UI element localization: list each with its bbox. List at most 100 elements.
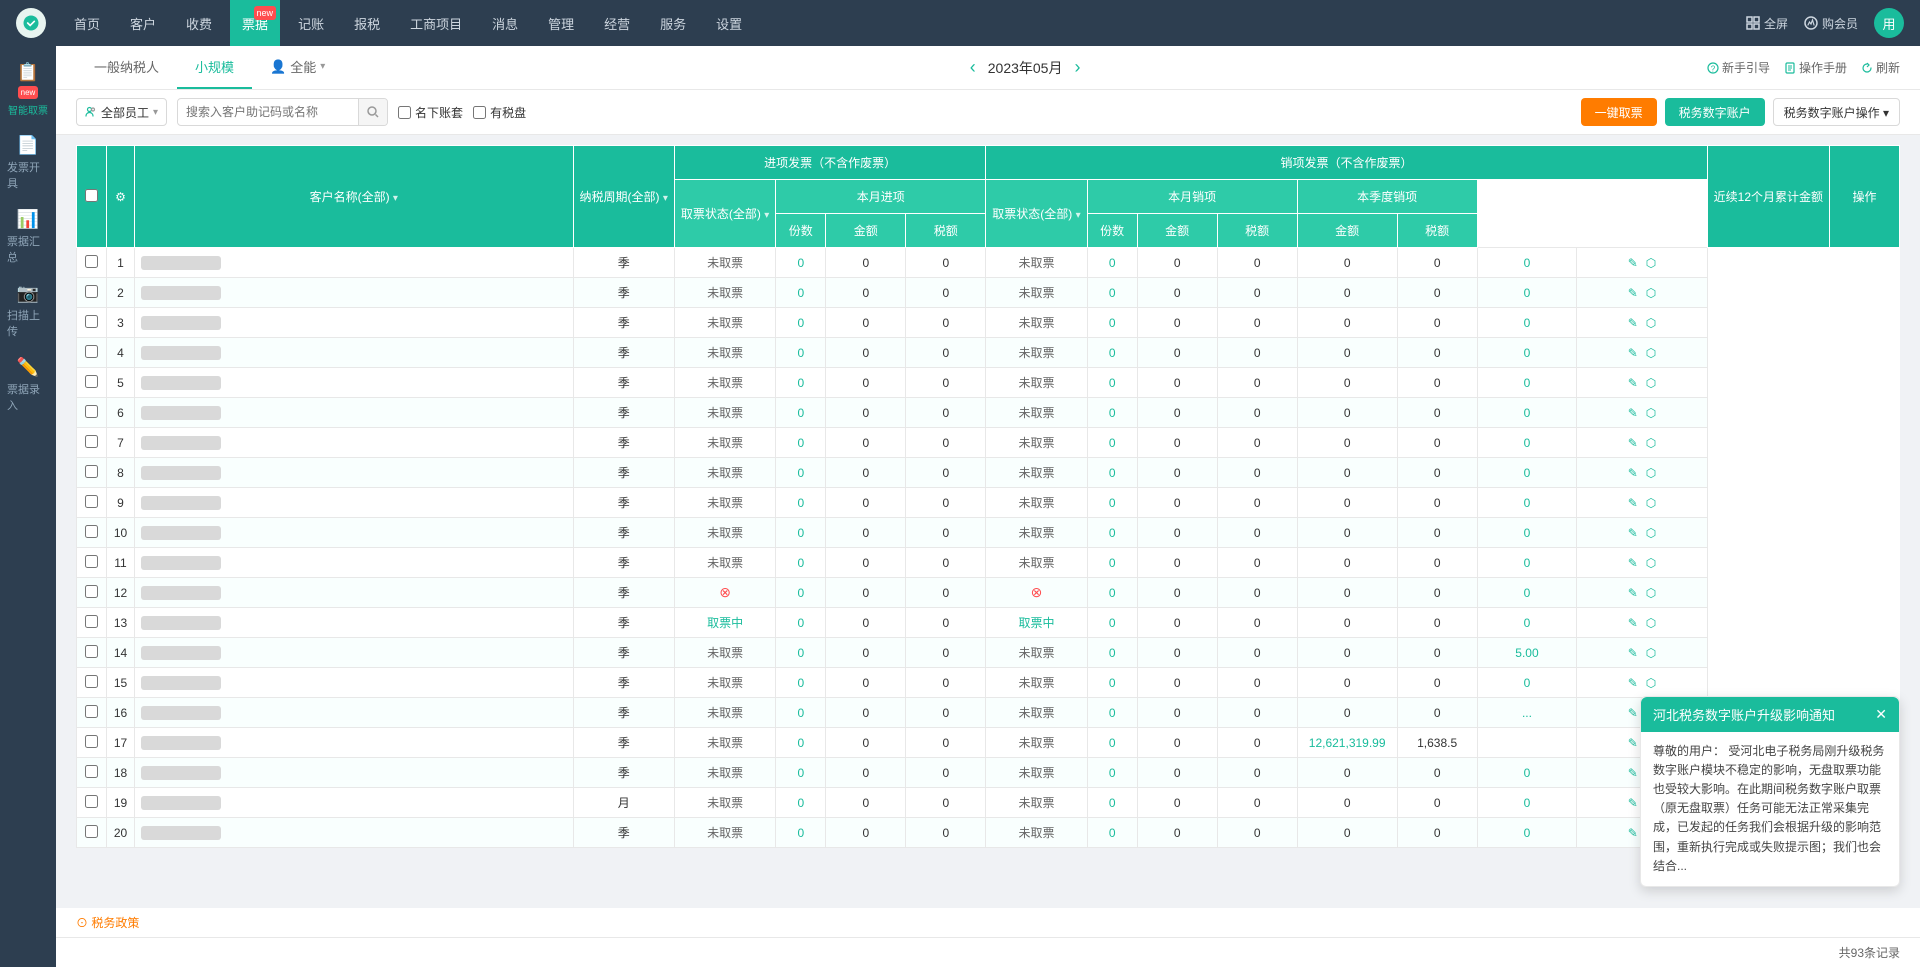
nav-item-tax[interactable]: 报税 [342,0,392,46]
date-prev-btn[interactable]: ‹ [970,57,976,78]
copy-icon[interactable]: ⬡ [1646,616,1656,630]
sidebar-item-invoice-entry[interactable]: ✏️ 票据录入 [3,349,53,421]
edit-icon[interactable]: ✎ [1628,766,1638,780]
copy-icon[interactable]: ⬡ [1646,286,1656,300]
sidebar-item-smart-fetch[interactable]: 📋 new 智能取票 [3,54,53,125]
nav-item-fee[interactable]: 收费 [174,0,224,46]
row-checkbox[interactable] [85,825,98,838]
nav-item-business2[interactable]: 经营 [592,0,642,46]
sidebar-item-invoice-open[interactable]: 📄 发票开具 [3,127,53,199]
row-checkbox[interactable] [85,465,98,478]
copy-icon[interactable]: ⬡ [1646,646,1656,660]
copy-icon[interactable]: ⬡ [1646,316,1656,330]
row-checkbox[interactable] [85,645,98,658]
search-input[interactable] [178,101,358,123]
row-checkbox[interactable] [85,375,98,388]
edit-icon[interactable]: ✎ [1628,406,1638,420]
row-checkbox[interactable] [85,345,98,358]
row-checkbox[interactable] [85,675,98,688]
fullscreen-btn[interactable]: 全屏 [1746,15,1788,32]
tax-digital-account-op-btn[interactable]: 税务数字账户操作 ▾ [1773,98,1900,126]
member-btn[interactable]: 购会员 [1804,15,1858,32]
tax-helper-link[interactable]: ⊙ 税务政策 [56,908,1920,937]
copy-icon[interactable]: ⬡ [1646,406,1656,420]
tab-all-capable[interactable]: 👤 全能 ▾ [252,47,343,89]
nav-item-manage[interactable]: 管理 [536,0,586,46]
nav-item-home[interactable]: 首页 [62,0,112,46]
row-checkbox[interactable] [85,435,98,448]
edit-icon[interactable]: ✎ [1628,646,1638,660]
tax-digital-account-btn[interactable]: 税务数字账户 [1665,98,1765,126]
tax-period-filter-icon[interactable]: ▾ [663,193,668,204]
edit-icon[interactable]: ✎ [1628,826,1638,840]
edit-icon[interactable]: ✎ [1628,736,1638,750]
edit-icon[interactable]: ✎ [1628,376,1638,390]
copy-icon[interactable]: ⬡ [1646,256,1656,270]
row-checkbox[interactable] [85,795,98,808]
copy-icon[interactable]: ⬡ [1646,496,1656,510]
row-checkbox[interactable] [85,315,98,328]
search-btn[interactable] [358,99,387,125]
row-checkbox[interactable] [85,555,98,568]
copy-icon[interactable]: ⬡ [1646,346,1656,360]
edit-icon[interactable]: ✎ [1628,796,1638,810]
tax-disk-checkbox-label[interactable]: 有税盘 [473,104,526,121]
popup-close-btn[interactable]: ✕ [1875,706,1887,723]
settings-icon[interactable]: ⚙ [115,190,126,204]
tab-general-taxpayer[interactable]: 一般纳税人 [76,47,177,89]
copy-icon[interactable]: ⬡ [1646,586,1656,600]
edit-icon[interactable]: ✎ [1628,496,1638,510]
copy-icon[interactable]: ⬡ [1646,676,1656,690]
copy-icon[interactable]: ⬡ [1646,376,1656,390]
edit-icon[interactable]: ✎ [1628,316,1638,330]
edit-icon[interactable]: ✎ [1628,556,1638,570]
row-checkbox[interactable] [85,525,98,538]
nav-item-business[interactable]: 工商项目 [398,0,474,46]
out-status-filter-icon[interactable]: ▾ [1076,210,1081,221]
row-checkbox[interactable] [85,705,98,718]
row-checkbox[interactable] [85,405,98,418]
edit-icon[interactable]: ✎ [1628,616,1638,630]
edit-icon[interactable]: ✎ [1628,676,1638,690]
select-all-checkbox[interactable] [85,189,98,202]
tax-disk-checkbox[interactable] [473,106,486,119]
filter-icon[interactable]: ▾ [393,193,398,204]
in-status-filter-icon[interactable]: ▾ [764,210,769,221]
employee-filter-select[interactable]: 全部员工 ▾ [76,98,167,126]
manual-btn[interactable]: 操作手册 [1784,59,1847,76]
copy-icon[interactable]: ⬡ [1646,436,1656,450]
ledger-checkbox-label[interactable]: 名下账套 [398,104,463,121]
row-checkbox[interactable] [85,285,98,298]
copy-icon[interactable]: ⬡ [1646,526,1656,540]
nav-item-accounting[interactable]: 记账 [286,0,336,46]
edit-icon[interactable]: ✎ [1628,346,1638,360]
ledger-checkbox[interactable] [398,106,411,119]
row-checkbox[interactable] [85,615,98,628]
sidebar-item-invoice-summary[interactable]: 📊 票据汇总 [3,201,53,273]
row-checkbox[interactable] [85,585,98,598]
nav-item-client[interactable]: 客户 [118,0,168,46]
row-checkbox[interactable] [85,735,98,748]
nav-item-settings[interactable]: 设置 [704,0,754,46]
copy-icon[interactable]: ⬡ [1646,466,1656,480]
row-checkbox[interactable] [85,255,98,268]
edit-icon[interactable]: ✎ [1628,286,1638,300]
sidebar-item-scan-upload[interactable]: 📷 扫描上传 [3,275,53,347]
copy-icon[interactable]: ⬡ [1646,556,1656,570]
new-guide-btn[interactable]: ? 新手引导 [1707,59,1770,76]
nav-item-invoice[interactable]: 票据 new [230,0,280,46]
edit-icon[interactable]: ✎ [1628,466,1638,480]
row-checkbox[interactable] [85,765,98,778]
date-next-btn[interactable]: › [1074,57,1080,78]
nav-item-service[interactable]: 服务 [648,0,698,46]
avatar[interactable]: 用 [1874,8,1904,38]
row-checkbox[interactable] [85,495,98,508]
edit-icon[interactable]: ✎ [1628,586,1638,600]
edit-icon[interactable]: ✎ [1628,706,1638,720]
nav-item-message[interactable]: 消息 [480,0,530,46]
one-key-fetch-btn[interactable]: 一键取票 [1581,98,1657,126]
refresh-btn[interactable]: 刷新 [1861,59,1900,76]
tab-small-scale[interactable]: 小规模 [177,47,252,89]
edit-icon[interactable]: ✎ [1628,436,1638,450]
edit-icon[interactable]: ✎ [1628,256,1638,270]
